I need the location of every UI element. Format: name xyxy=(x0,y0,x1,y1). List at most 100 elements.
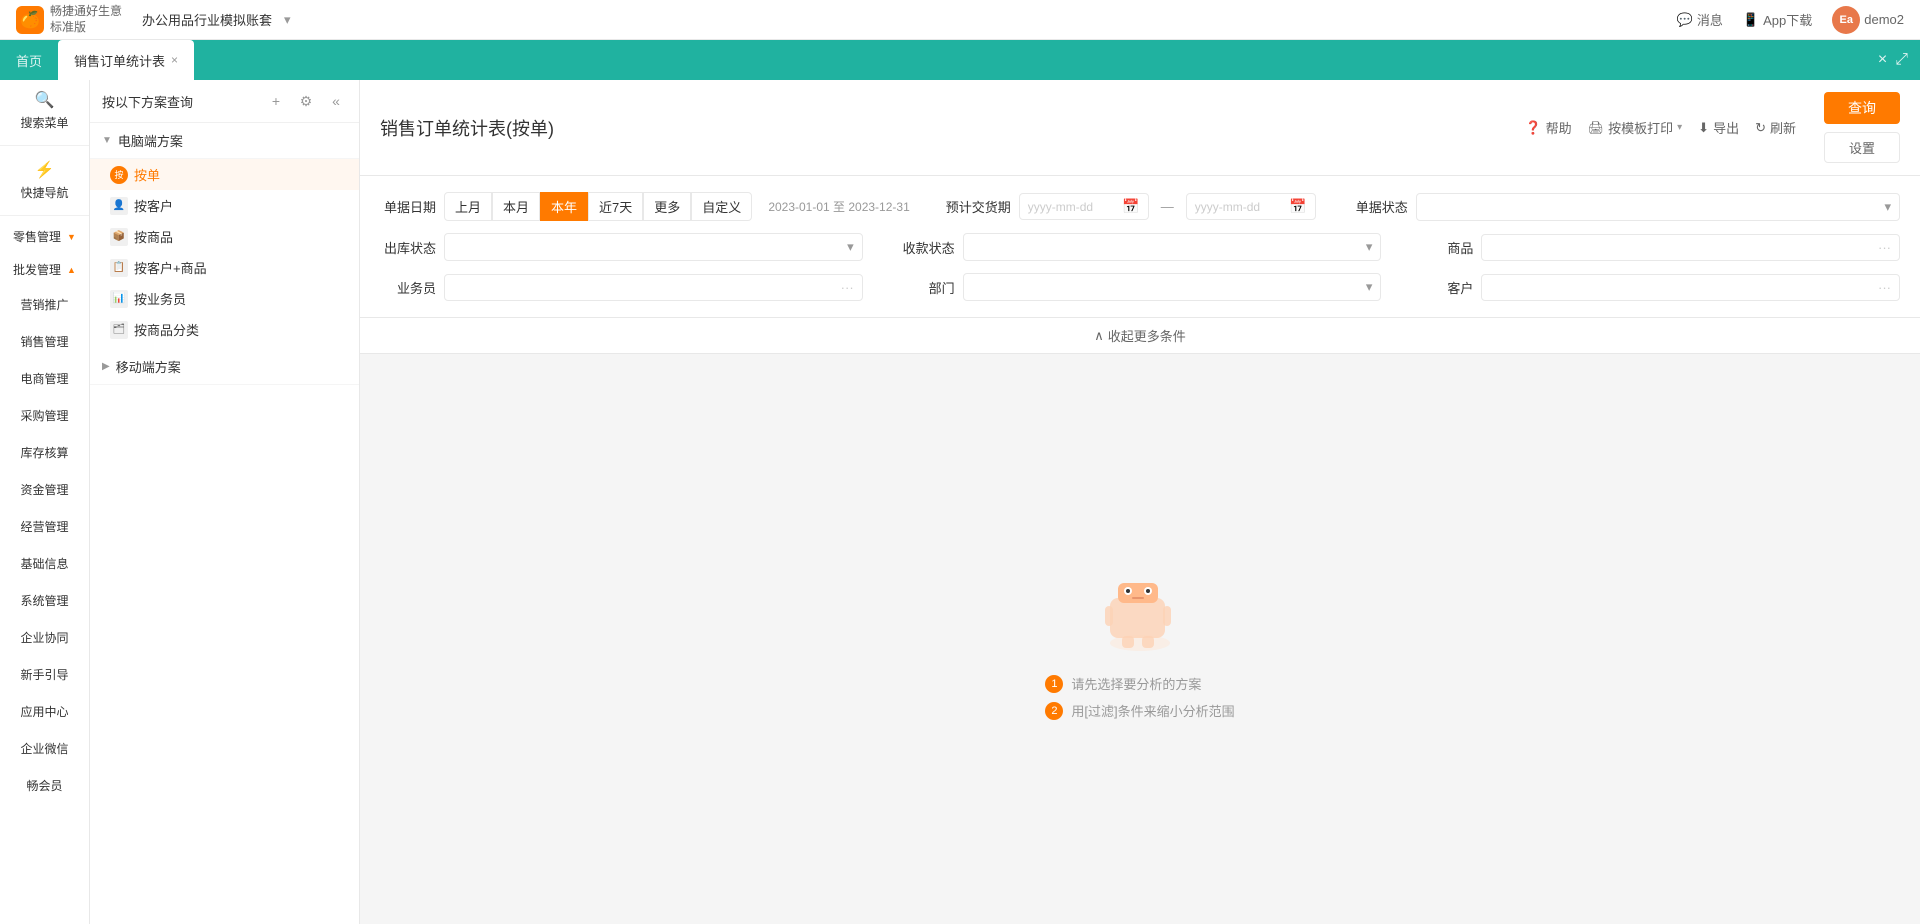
page-title: 销售订单统计表(按单) xyxy=(380,115,554,141)
tree-caret-pc: ▼ xyxy=(102,135,112,146)
customer-input[interactable]: ··· xyxy=(1481,274,1900,301)
sidebar-item-marketing[interactable]: 营销推广 xyxy=(0,286,89,323)
tab-minimize-icon[interactable]: × xyxy=(1878,51,1887,69)
main-layout: 🔍 搜索菜单 ⚡ 快捷导航 零售管理 ▼ 批发管理 ▲ 营销推广 销售管理 电商… xyxy=(0,80,1920,924)
tree-section-mobile[interactable]: ▶ 移动端方案 xyxy=(90,349,359,385)
expected-date-end-input[interactable]: yyyy-mm-dd 📅 xyxy=(1186,193,1316,220)
date-btn-more[interactable]: 更多 xyxy=(643,192,691,221)
sidebar-item-sales-mgmt[interactable]: 销售管理 xyxy=(0,323,89,360)
by-order-icon: 按 xyxy=(110,166,128,184)
empty-tip-1: 1 请先选择要分析的方案 xyxy=(1045,674,1234,693)
filter-area: 单据日期 上月 本月 本年 近7天 更多 自定义 2023-01-01 至 20… xyxy=(360,176,1920,318)
sidebar-item-finance-mgmt[interactable]: 资金管理 xyxy=(0,471,89,508)
expected-date-end-placeholder: yyyy-mm-dd xyxy=(1195,200,1260,214)
filter-payment-status-section: 收款状态 ▾ xyxy=(899,233,1382,261)
date-btn-7days[interactable]: 近7天 xyxy=(588,192,643,221)
expected-date-label: 预计交货期 xyxy=(946,197,1011,216)
print-dropdown-icon: ▾ xyxy=(1677,122,1682,133)
product-dots-icon: ··· xyxy=(1878,240,1891,255)
tree-item-by-category[interactable]: 🗂 按商品分类 xyxy=(90,314,359,345)
salesperson-label: 业务员 xyxy=(380,278,436,297)
sidebar-item-member[interactable]: 畅会员 xyxy=(0,767,89,804)
sidebar-item-ecom-mgmt[interactable]: 电商管理 xyxy=(0,360,89,397)
refresh-button[interactable]: ↻ 刷新 xyxy=(1755,118,1796,137)
sidebar-item-search-menu[interactable]: 🔍 搜索菜单 xyxy=(0,80,89,141)
calendar-start-icon: 📅 xyxy=(1122,198,1139,215)
date-btn-this-month[interactable]: 本月 xyxy=(492,192,540,221)
expected-date-start-input[interactable]: yyyy-mm-dd 📅 xyxy=(1019,193,1149,220)
left-panel-title: 按以下方案查询 xyxy=(102,92,193,111)
date-btn-custom[interactable]: 自定义 xyxy=(691,192,752,221)
sidebar-item-new-guide[interactable]: 新手引导 xyxy=(0,656,89,693)
sidebar-item-inventory[interactable]: 库存核算 xyxy=(0,434,89,471)
filter-salesperson-section: 业务员 ··· xyxy=(380,274,863,301)
empty-tips: 1 请先选择要分析的方案 2 用[过滤]条件来缩小分析范围 xyxy=(1045,674,1234,720)
sidebar-divider-1 xyxy=(0,145,89,146)
sidebar-divider-2 xyxy=(0,215,89,216)
tree-item-by-salesperson[interactable]: 📊 按业务员 xyxy=(90,283,359,314)
sidebar-item-system-mgmt[interactable]: 系统管理 xyxy=(0,582,89,619)
dept-select[interactable]: ▾ xyxy=(963,273,1382,301)
tab-active[interactable]: 销售订单统计表 × xyxy=(58,40,194,80)
sidebar: 🔍 搜索菜单 ⚡ 快捷导航 零售管理 ▼ 批发管理 ▲ 营销推广 销售管理 电商… xyxy=(0,80,90,924)
date-btn-this-year[interactable]: 本年 xyxy=(540,192,588,221)
filter-doc-status-section: 单据状态 ▾ xyxy=(1352,193,1900,221)
filter-date-section: 单据日期 上月 本月 本年 近7天 更多 自定义 2023-01-01 至 20… xyxy=(380,192,910,221)
tree-caret-mobile: ▶ xyxy=(102,361,110,372)
by-category-icon: 🗂 xyxy=(110,321,128,339)
sidebar-item-purchase-mgmt[interactable]: 采购管理 xyxy=(0,397,89,434)
tab-close-icon[interactable]: × xyxy=(171,53,178,67)
collapse-panel-button[interactable]: « xyxy=(325,90,347,112)
sidebar-item-retail-mgmt[interactable]: 零售管理 ▼ xyxy=(0,220,89,253)
date-btn-last-month[interactable]: 上月 xyxy=(444,192,492,221)
filter-row-3: 业务员 ··· 部门 ▾ 客户 ··· xyxy=(380,273,1900,301)
collapse-bar[interactable]: ∧ 收起更多条件 xyxy=(360,318,1920,354)
tree-item-by-order[interactable]: 按 按单 xyxy=(90,159,359,190)
tree-item-by-cust-prod[interactable]: 📋 按客户+商品 xyxy=(90,252,359,283)
ship-status-select[interactable]: ▾ xyxy=(444,233,863,261)
filter-row-2: 出库状态 ▾ 收款状态 ▾ 商品 ··· xyxy=(380,233,1900,261)
customer-label: 客户 xyxy=(1417,278,1473,297)
app-download-button[interactable]: 📱 App下载 xyxy=(1743,10,1812,29)
print-button[interactable]: 🖨 按模板打印 ▾ xyxy=(1588,118,1683,137)
top-bar-right: 💬 消息 📱 App下载 Ea demo2 xyxy=(1677,6,1904,34)
tab-bar: 首页 销售订单统计表 × × ⤢ xyxy=(0,40,1920,80)
product-input[interactable]: ··· xyxy=(1481,234,1900,261)
tree-item-by-product[interactable]: 📦 按商品 xyxy=(90,221,359,252)
retail-mgmt-arrow-icon: ▼ xyxy=(67,232,76,242)
sidebar-item-basic-info[interactable]: 基础信息 xyxy=(0,545,89,582)
sidebar-item-app-center[interactable]: 应用中心 xyxy=(0,693,89,730)
customer-dots-icon: ··· xyxy=(1878,280,1891,295)
dept-label: 部门 xyxy=(899,278,955,297)
content-area: 销售订单统计表(按单) ❓ 帮助 🖨 按模板打印 ▾ ⬇ 导出 xyxy=(360,80,1920,924)
tree-item-by-customer[interactable]: 👤 按客户 xyxy=(90,190,359,221)
quick-nav-icon: ⚡ xyxy=(35,160,55,180)
app-title-dropdown-icon[interactable]: ▾ xyxy=(284,12,291,28)
app-title: 办公用品行业模拟账套 xyxy=(142,10,272,29)
export-button[interactable]: ⬇ 导出 xyxy=(1698,118,1739,137)
add-scheme-button[interactable]: + xyxy=(265,90,287,112)
sidebar-item-wholesale-mgmt[interactable]: 批发管理 ▲ xyxy=(0,253,89,286)
help-button[interactable]: ❓ 帮助 xyxy=(1525,118,1571,137)
settings-scheme-button[interactable]: ⚙ xyxy=(295,90,317,112)
sidebar-item-enterprise-co[interactable]: 企业协同 xyxy=(0,619,89,656)
message-button[interactable]: 💬 消息 xyxy=(1677,10,1723,29)
left-panel-header: 按以下方案查询 + ⚙ « xyxy=(90,80,359,123)
tab-home[interactable]: 首页 xyxy=(0,40,58,80)
payment-status-select[interactable]: ▾ xyxy=(963,233,1382,261)
doc-status-select[interactable]: ▾ xyxy=(1416,193,1900,221)
sidebar-item-quick-nav[interactable]: ⚡ 快捷导航 xyxy=(0,150,89,211)
salesperson-input[interactable]: ··· xyxy=(444,274,863,301)
calendar-end-icon: 📅 xyxy=(1289,198,1306,215)
page-header: 销售订单统计表(按单) ❓ 帮助 🖨 按模板打印 ▾ ⬇ 导出 xyxy=(360,80,1920,176)
print-icon: 🖨 xyxy=(1588,120,1605,136)
expected-date-start-placeholder: yyyy-mm-dd xyxy=(1028,200,1093,214)
tree-section-pc[interactable]: ▼ 电脑端方案 xyxy=(90,123,359,159)
user-menu-button[interactable]: Ea demo2 xyxy=(1832,6,1904,34)
tip-2-num: 2 xyxy=(1045,702,1063,720)
sidebar-item-operations-mgmt[interactable]: 经营管理 xyxy=(0,508,89,545)
sidebar-item-enterprise-wechat[interactable]: 企业微信 xyxy=(0,730,89,767)
settings-button[interactable]: 设置 xyxy=(1824,132,1900,163)
query-button[interactable]: 查询 xyxy=(1824,92,1900,124)
tab-maximize-icon[interactable]: ⤢ xyxy=(1895,51,1908,69)
